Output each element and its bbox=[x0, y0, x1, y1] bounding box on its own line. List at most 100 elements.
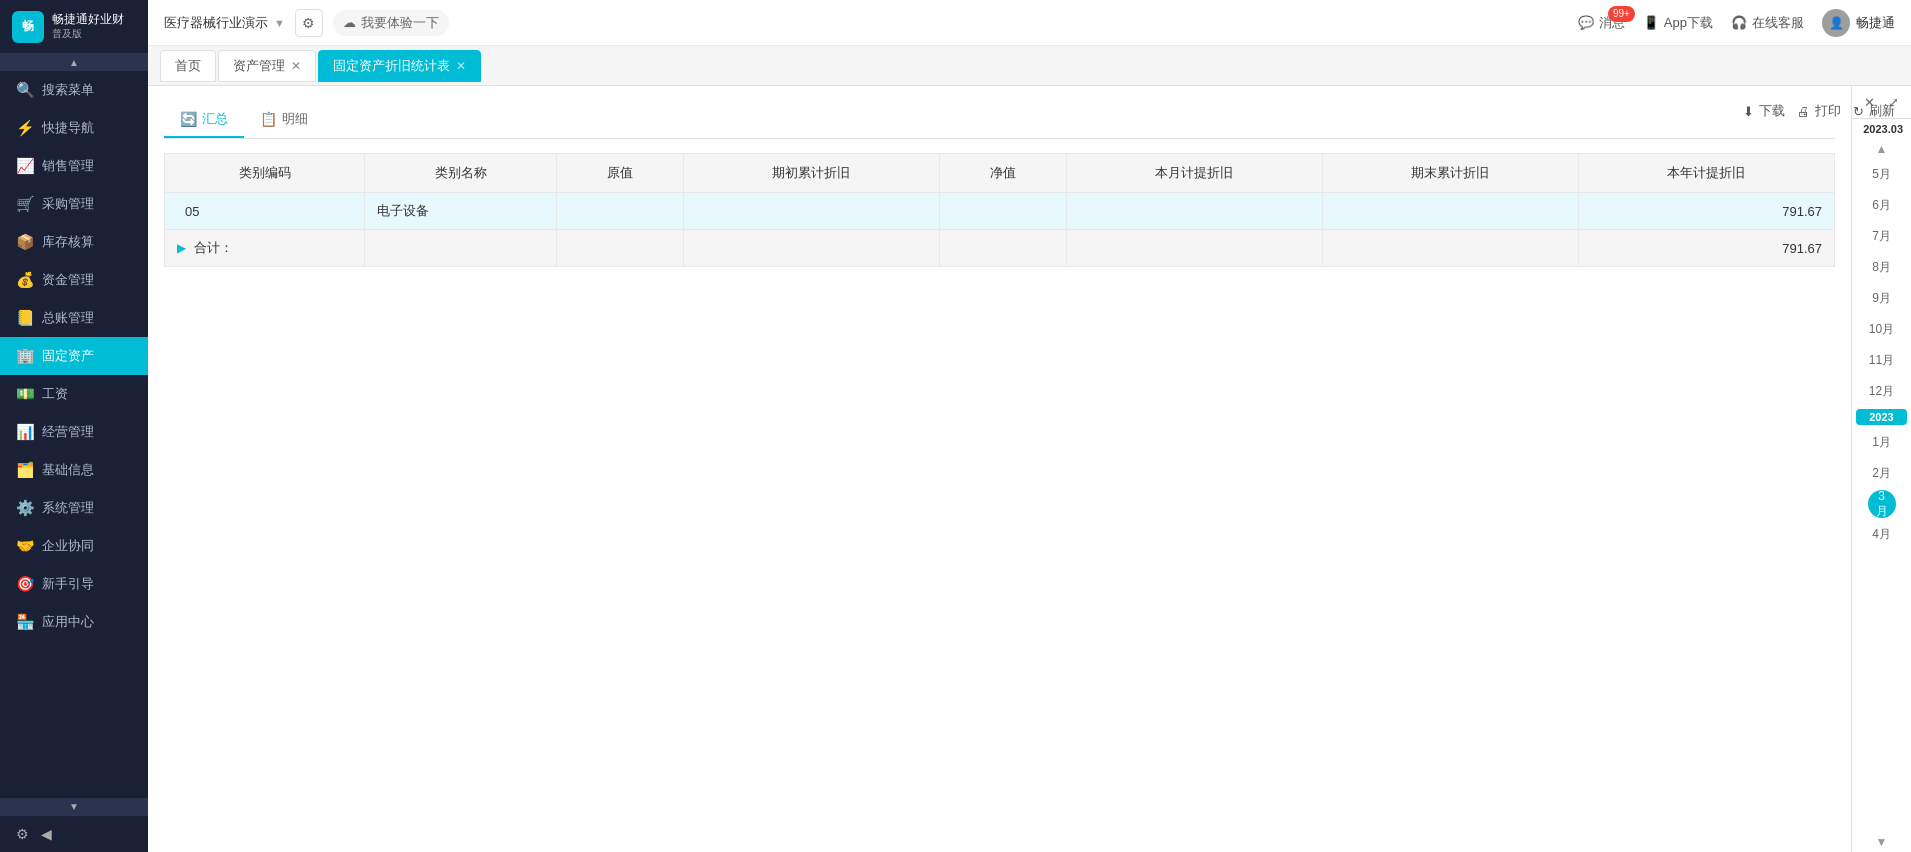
tab-home[interactable]: 首页 bbox=[160, 50, 216, 82]
system-icon: ⚙️ bbox=[16, 499, 34, 517]
sidebar-item-finance[interactable]: 💰 资金管理 bbox=[0, 261, 148, 299]
bottom-collapse-icon[interactable]: ◀ bbox=[41, 826, 52, 842]
gear-icon: ⚙ bbox=[302, 15, 315, 31]
company-selector[interactable]: 医疗器械行业演示 ▼ bbox=[164, 14, 285, 32]
date-scroll-down[interactable]: ▼ bbox=[1852, 832, 1911, 852]
col-header-year-dep: 本年计提折旧 bbox=[1578, 154, 1834, 193]
cell-month-dep bbox=[1066, 193, 1322, 230]
col-header-net: 净值 bbox=[939, 154, 1066, 193]
sidebar-item-sales[interactable]: 📈 销售管理 bbox=[0, 147, 148, 185]
sidebar-scroll-up[interactable]: ▲ bbox=[0, 54, 148, 71]
sidebar-item-label: 应用中心 bbox=[42, 613, 94, 631]
col-header-name: 类别名称 bbox=[365, 154, 556, 193]
date-month-5[interactable]: 5月 bbox=[1856, 160, 1907, 189]
download-button[interactable]: ⬇ 下载 bbox=[1743, 102, 1785, 120]
sidebar-item-apps[interactable]: 🏪 应用中心 bbox=[0, 603, 148, 641]
date-year-label: 2023.03 bbox=[1852, 119, 1911, 139]
sidebar-scroll-down[interactable]: ▼ bbox=[0, 798, 148, 815]
settings-button[interactable]: ⚙ bbox=[295, 9, 323, 37]
expand-icon[interactable]: ▶ bbox=[177, 241, 186, 255]
tab-depreciation[interactable]: 固定资产折旧统计表 ✕ bbox=[318, 50, 481, 82]
message-button[interactable]: 💬 消息 99+ bbox=[1578, 14, 1625, 32]
refresh-label: 刷新 bbox=[1869, 102, 1895, 120]
tab-asset-close[interactable]: ✕ bbox=[291, 59, 301, 73]
sidebar-item-guide[interactable]: 🎯 新手引导 bbox=[0, 565, 148, 603]
date-month-10[interactable]: 10月 bbox=[1856, 315, 1907, 344]
cell-net bbox=[939, 193, 1066, 230]
sidebar-item-system[interactable]: ⚙️ 系统管理 bbox=[0, 489, 148, 527]
col-header-period-accum: 期初累计折旧 bbox=[683, 154, 939, 193]
print-icon: 🖨 bbox=[1797, 104, 1810, 119]
ledger-icon: 📒 bbox=[16, 309, 34, 327]
date-year-marker: 2023 bbox=[1856, 409, 1907, 425]
subtab-detail[interactable]: 📋 明细 bbox=[244, 102, 324, 138]
date-month-2[interactable]: 2月 bbox=[1856, 459, 1907, 488]
date-month-8[interactable]: 8月 bbox=[1856, 253, 1907, 282]
cell-original bbox=[556, 193, 683, 230]
cell-period-end bbox=[1322, 193, 1578, 230]
summary-original bbox=[556, 230, 683, 267]
summary-label-cell: ▶ 合计： bbox=[165, 230, 365, 267]
refresh-button[interactable]: ↻ 刷新 bbox=[1853, 102, 1895, 120]
topbar-actions: 💬 消息 99+ 📱 App下载 🎧 在线客服 👤 畅捷通 bbox=[1578, 9, 1895, 37]
sidebar-item-label: 搜索菜单 bbox=[42, 81, 94, 99]
service-button[interactable]: 🎧 在线客服 bbox=[1731, 14, 1804, 32]
subtab-summary[interactable]: 🔄 汇总 bbox=[164, 102, 244, 138]
sidebar-item-label: 固定资产 bbox=[42, 347, 94, 365]
date-month-4[interactable]: 4月 bbox=[1856, 520, 1907, 549]
sidebar-item-inventory[interactable]: 📦 库存核算 bbox=[0, 223, 148, 261]
avatar: 👤 bbox=[1822, 9, 1850, 37]
tab-asset-label: 资产管理 bbox=[233, 57, 285, 75]
date-scroll-up[interactable]: ▲ bbox=[1852, 139, 1911, 159]
date-month-9[interactable]: 9月 bbox=[1856, 284, 1907, 313]
sidebar-item-purchase[interactable]: 🛒 采购管理 bbox=[0, 185, 148, 223]
date-month-12[interactable]: 12月 bbox=[1856, 377, 1907, 406]
collab-icon: 🤝 bbox=[16, 537, 34, 555]
summary-icon: 🔄 bbox=[180, 111, 197, 127]
quicknav-icon: ⚡ bbox=[16, 119, 34, 137]
sidebar-item-label: 资金管理 bbox=[42, 271, 94, 289]
date-month-7[interactable]: 7月 bbox=[1856, 222, 1907, 251]
username: 畅捷通 bbox=[1856, 14, 1895, 32]
tabbar: 首页 资产管理 ✕ 固定资产折旧统计表 ✕ bbox=[148, 46, 1911, 86]
sidebar-item-search[interactable]: 🔍 搜索菜单 bbox=[0, 71, 148, 109]
date-month-1[interactable]: 1月 bbox=[1856, 428, 1907, 457]
tab-asset-mgmt[interactable]: 资产管理 ✕ bbox=[218, 50, 316, 82]
logo-text: 畅捷通好业财 bbox=[52, 12, 124, 28]
bottom-settings-icon[interactable]: ⚙ bbox=[16, 826, 29, 842]
print-label: 打印 bbox=[1815, 102, 1841, 120]
experience-button[interactable]: ☁ 我要体验一下 bbox=[333, 10, 449, 36]
service-label: 在线客服 bbox=[1752, 14, 1804, 32]
refresh-icon: ↻ bbox=[1853, 104, 1864, 119]
col-header-code: 类别编码 bbox=[165, 154, 365, 193]
sidebar-item-quicknav[interactable]: ⚡ 快捷导航 bbox=[0, 109, 148, 147]
sidebar-item-collab[interactable]: 🤝 企业协同 bbox=[0, 527, 148, 565]
service-icon: 🎧 bbox=[1731, 15, 1747, 30]
print-button[interactable]: 🖨 打印 bbox=[1797, 102, 1841, 120]
user-menu[interactable]: 👤 畅捷通 bbox=[1822, 9, 1895, 37]
cell-year-dep: 791.67 bbox=[1578, 193, 1834, 230]
app-label: App下载 bbox=[1664, 14, 1713, 32]
sidebar-item-ops[interactable]: 📊 经营管理 bbox=[0, 413, 148, 451]
sidebar-item-label: 基础信息 bbox=[42, 461, 94, 479]
sidebar-item-label: 销售管理 bbox=[42, 157, 94, 175]
tab-home-label: 首页 bbox=[175, 57, 201, 75]
sidebar-item-ledger[interactable]: 📒 总账管理 bbox=[0, 299, 148, 337]
detail-icon: 📋 bbox=[260, 111, 277, 127]
app-download-button[interactable]: 📱 App下载 bbox=[1643, 14, 1713, 32]
col-header-period-end: 期末累计折旧 bbox=[1322, 154, 1578, 193]
date-month-3-active[interactable]: 3月 bbox=[1868, 490, 1896, 518]
col-header-original: 原值 bbox=[556, 154, 683, 193]
sidebar-item-basic[interactable]: 🗂️ 基础信息 bbox=[0, 451, 148, 489]
company-dropdown-icon: ▼ bbox=[274, 17, 285, 29]
message-icon: 💬 bbox=[1578, 15, 1594, 30]
sidebar-nav: 🔍 搜索菜单 ⚡ 快捷导航 📈 销售管理 🛒 采购管理 📦 库存核算 💰 资金管… bbox=[0, 71, 148, 798]
depreciation-table: 类别编码 类别名称 原值 期初累计折旧 净值 本月计提折旧 期末累计折旧 本年计… bbox=[164, 153, 1835, 836]
sidebar-item-salary[interactable]: 💵 工资 bbox=[0, 375, 148, 413]
date-month-6[interactable]: 6月 bbox=[1856, 191, 1907, 220]
toolbar: ⬇ 下载 🖨 打印 ↻ 刷新 bbox=[1743, 102, 1895, 120]
sidebar-item-fixed[interactable]: 🏢 固定资产 bbox=[0, 337, 148, 375]
topbar: 医疗器械行业演示 ▼ ⚙ ☁ 我要体验一下 💬 消息 99+ 📱 App下载 🎧… bbox=[148, 0, 1911, 46]
tab-depreciation-close[interactable]: ✕ bbox=[456, 59, 466, 73]
date-month-11[interactable]: 11月 bbox=[1856, 346, 1907, 375]
